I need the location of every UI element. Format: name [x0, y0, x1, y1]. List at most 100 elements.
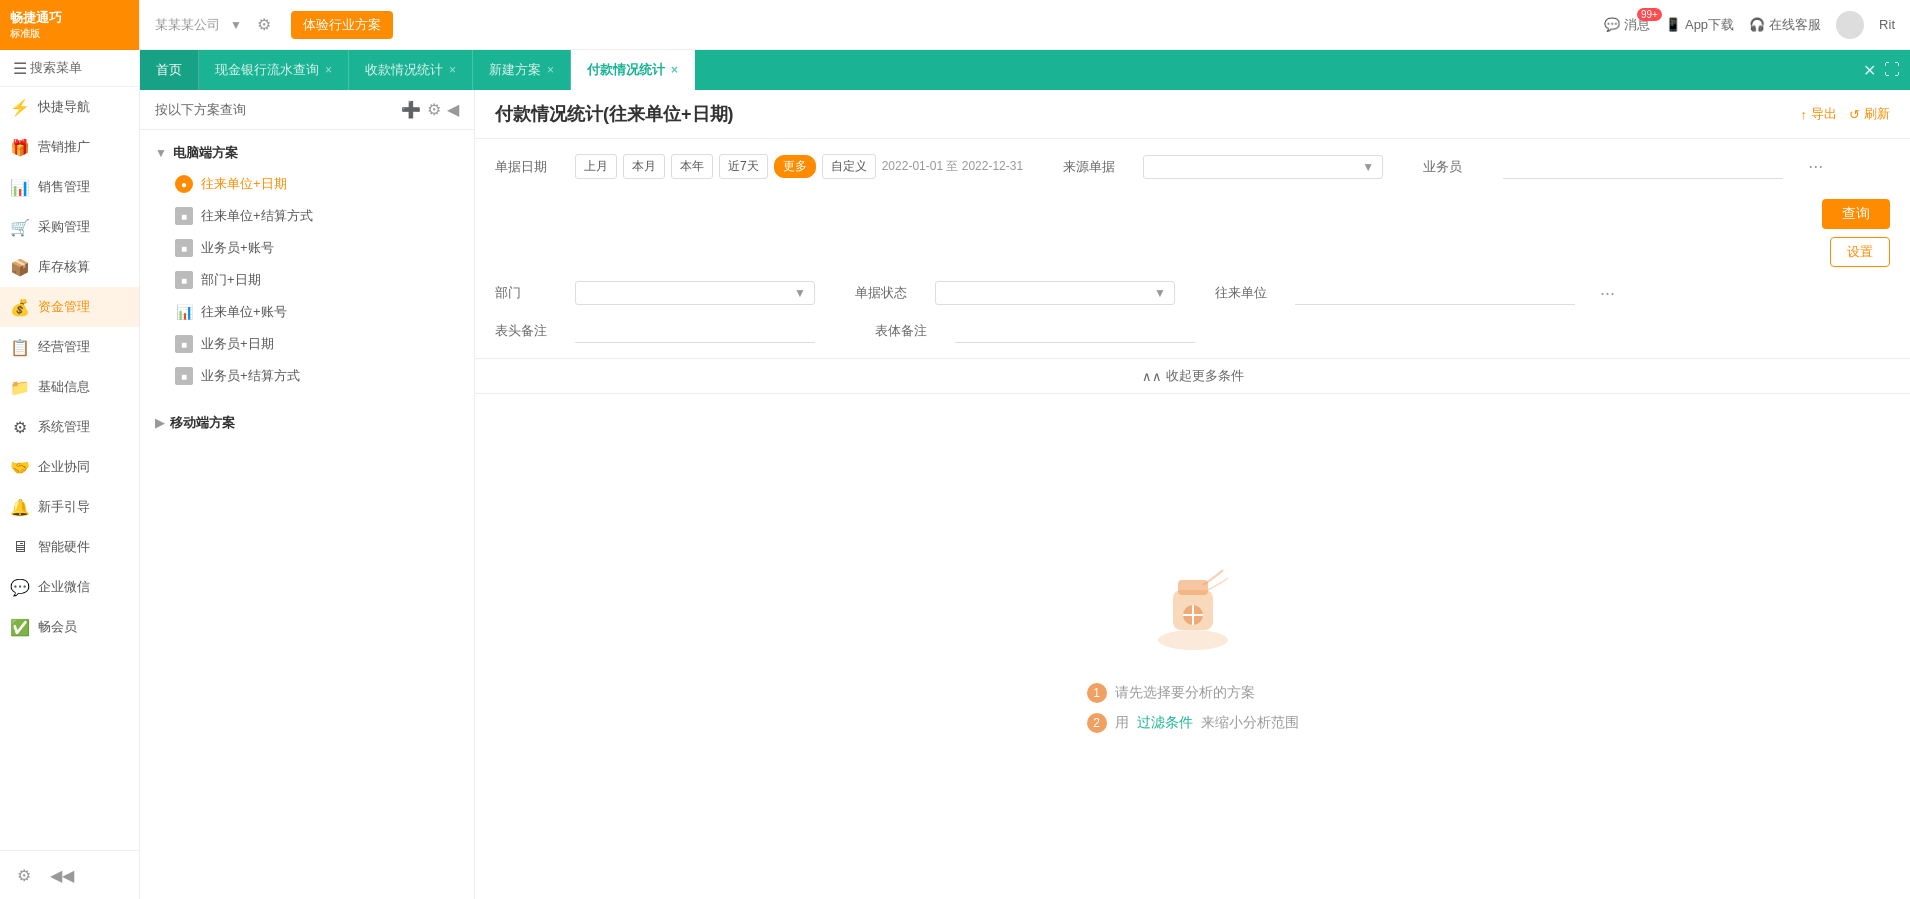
sidebar-item-guide[interactable]: 🔔 新手引导 [0, 487, 139, 527]
sidebar-item-operation[interactable]: 📋 经营管理 [0, 327, 139, 367]
app-download-button[interactable]: 📱 App下载 [1665, 16, 1734, 34]
page-title: 付款情况统计(往来单位+日期) [495, 102, 734, 126]
tab-home[interactable]: 首页 [140, 50, 199, 90]
refresh-icon: ↺ [1849, 107, 1860, 122]
sidebar-item-wechat[interactable]: 💬 企业微信 [0, 567, 139, 607]
doc-status-select[interactable]: ▼ [935, 281, 1175, 305]
source-label: 来源单据 [1063, 158, 1123, 176]
pc-group-title[interactable]: ▼ 电脑端方案 [140, 138, 474, 168]
plan-item-unit-date[interactable]: ● 往来单位+日期 [140, 168, 474, 200]
tab-pay-stat[interactable]: 付款情况统计 × [571, 50, 695, 90]
trial-button[interactable]: 体验行业方案 [291, 11, 393, 39]
service-icon: 🎧 [1749, 17, 1765, 32]
settings-button[interactable]: 设置 [1830, 237, 1890, 267]
sidebar-item-finance[interactable]: 💰 资金管理 [0, 287, 139, 327]
tab-bank-close[interactable]: × [325, 63, 332, 77]
top-header: 某某某公司 ▼ ⚙ 体验行业方案 💬 消息 99+ 📱 App下载 🎧 在线客服… [140, 0, 1910, 50]
stock-icon: 📦 [10, 257, 30, 277]
hardware-icon: 🖥 [10, 537, 30, 557]
body-note-input[interactable] [955, 319, 1195, 343]
sidebar-settings-icon[interactable]: ⚙ [10, 861, 38, 889]
plan-item-unit-account[interactable]: 📊 往来单位+账号 [140, 296, 474, 328]
mobile-plan-group: ▶ 移动端方案 [140, 400, 474, 446]
company-dropdown-arrow[interactable]: ▼ [230, 18, 242, 32]
settings-plan-icon[interactable]: ⚙ [427, 100, 441, 119]
date-custom[interactable]: 自定义 [822, 154, 876, 179]
tab-bar: 首页 现金银行流水查询 × 收款情况统计 × 新建方案 × 付款情况统计 × ✕… [140, 50, 1910, 90]
empty-icon-wrap [1143, 560, 1243, 663]
plan-item-staff-settle[interactable]: ■ 业务员+结算方式 [140, 360, 474, 392]
plan-item-staff-account[interactable]: ■ 业务员+账号 [140, 232, 474, 264]
source-select[interactable]: ▼ [1143, 155, 1383, 179]
sidebar-item-member[interactable]: ✅ 畅会员 [0, 607, 139, 647]
tab-expand-icon[interactable]: ⛶ [1884, 61, 1900, 79]
page-title-bar: 付款情况统计(往来单位+日期) ↑ 导出 ↺ 刷新 [475, 90, 1910, 139]
date-this-year[interactable]: 本年 [671, 154, 713, 179]
tab-receive-close[interactable]: × [449, 63, 456, 77]
mobile-group-title[interactable]: ▶ 移动端方案 [140, 408, 474, 438]
collapse-bar: ∧∧ 收起更多条件 [475, 359, 1910, 394]
filter-row-2: 部门 ▼ 单据状态 ▼ 往来单位 ··· [495, 281, 1890, 305]
sidebar-item-basic[interactable]: 📁 基础信息 [0, 367, 139, 407]
collapse-up-icon: ∧∧ [1142, 369, 1162, 384]
sidebar-item-system[interactable]: ⚙ 系统管理 [0, 407, 139, 447]
source-select-arrow: ▼ [1362, 160, 1374, 174]
sidebar-item-enterprise[interactable]: 🤝 企业协同 [0, 447, 139, 487]
sidebar-item-stock[interactable]: 📦 库存核算 [0, 247, 139, 287]
sidebar-item-quick-nav[interactable]: ⚡ 快捷导航 [0, 87, 139, 127]
message-button[interactable]: 💬 消息 99+ [1604, 16, 1650, 34]
collapse-more-label: 收起更多条件 [1166, 367, 1244, 385]
enterprise-icon: 🤝 [10, 457, 30, 477]
tab-home-label: 首页 [156, 61, 182, 79]
export-icon: ↑ [1801, 107, 1808, 122]
header-right-area: 💬 消息 99+ 📱 App下载 🎧 在线客服 Rit [1604, 11, 1895, 39]
plan-item-unit-settle[interactable]: ■ 往来单位+结算方式 [140, 200, 474, 232]
basic-icon: 📁 [10, 377, 30, 397]
sidebar-item-search[interactable]: ☰ 搜索菜单 [0, 50, 139, 87]
page-title-actions: ↑ 导出 ↺ 刷新 [1801, 105, 1891, 123]
sidebar-item-purchase[interactable]: 🛒 采购管理 [0, 207, 139, 247]
sidebar-collapse-icon[interactable]: ◀◀ [48, 861, 76, 889]
tab-pay-stat-close[interactable]: × [671, 63, 678, 77]
tab-bank[interactable]: 现金银行流水查询 × [199, 50, 349, 90]
staff-dots[interactable]: ··· [1808, 156, 1823, 177]
svg-point-0 [1158, 630, 1228, 650]
mobile-group-label: 移动端方案 [170, 414, 235, 432]
collapse-panel-icon[interactable]: ◀ [447, 100, 459, 119]
left-panel-title: 按以下方案查询 [155, 101, 246, 119]
unit-settle-icon: ■ [175, 207, 193, 225]
sidebar-item-hardware[interactable]: 🖥 智能硬件 [0, 527, 139, 567]
add-plan-icon[interactable]: ➕ [401, 100, 421, 119]
date-last-month[interactable]: 上月 [575, 154, 617, 179]
filter-row-3: 表头备注 表体备注 [495, 319, 1890, 343]
sidebar-item-sales[interactable]: 📊 销售管理 [0, 167, 139, 207]
refresh-button[interactable]: ↺ 刷新 [1849, 105, 1890, 123]
unit-dots[interactable]: ··· [1600, 283, 1615, 304]
online-service-button[interactable]: 🎧 在线客服 [1749, 16, 1821, 34]
header-gear-icon[interactable]: ⚙ [257, 15, 271, 34]
query-button[interactable]: 查询 [1822, 199, 1890, 229]
unit-input[interactable] [1295, 281, 1575, 305]
filter-condition-link[interactable]: 过滤条件 [1137, 714, 1193, 732]
avatar[interactable] [1836, 11, 1864, 39]
tab-new-plan[interactable]: 新建方案 × [473, 50, 571, 90]
tab-new-plan-label: 新建方案 [489, 61, 541, 79]
tab-receive[interactable]: 收款情况统计 × [349, 50, 473, 90]
staff-input[interactable] [1503, 155, 1783, 179]
header-note-input[interactable] [575, 319, 815, 343]
plan-item-dept-date[interactable]: ■ 部门+日期 [140, 264, 474, 296]
tab-new-plan-close[interactable]: × [547, 63, 554, 77]
sidebar-item-marketing[interactable]: 🎁 营销推广 [0, 127, 139, 167]
date-more[interactable]: 更多 [774, 155, 816, 178]
export-button[interactable]: ↑ 导出 [1801, 105, 1838, 123]
header-note-label: 表头备注 [495, 322, 555, 340]
date-7days[interactable]: 近7天 [719, 154, 768, 179]
date-label: 单据日期 [495, 158, 555, 176]
tab-close-all-icon[interactable]: ✕ [1863, 61, 1876, 80]
dept-select[interactable]: ▼ [575, 281, 815, 305]
date-this-month[interactable]: 本月 [623, 154, 665, 179]
tip-prefix-2: 用 [1115, 714, 1129, 732]
collapse-more-button[interactable]: ∧∧ 收起更多条件 [1142, 367, 1244, 385]
filter-actions: 查询 设置 [1822, 199, 1890, 267]
plan-item-staff-date[interactable]: ■ 业务员+日期 [140, 328, 474, 360]
